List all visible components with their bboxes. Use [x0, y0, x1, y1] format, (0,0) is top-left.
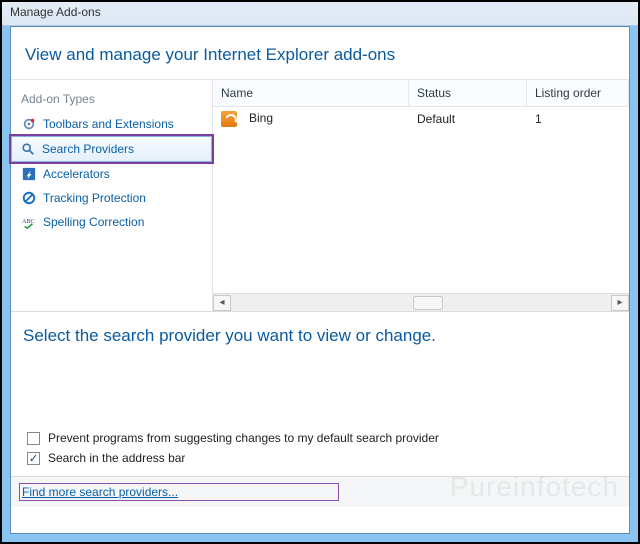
sidebar-item-label: Search Providers — [42, 142, 134, 156]
dialog-client: View and manage your Internet Explorer a… — [10, 26, 630, 534]
table-row[interactable]: Bing Default 1 — [213, 107, 629, 131]
column-name[interactable]: Name — [213, 80, 409, 106]
sidebar-item-label: Toolbars and Extensions — [43, 117, 174, 131]
gear-icon — [21, 116, 37, 132]
main-split: Add-on Types Toolbars and Extensions Sea… — [11, 79, 629, 311]
list-pane: Name Status Listing order Bing Default 1… — [213, 80, 629, 311]
sidebar-item-toolbars[interactable]: Toolbars and Extensions — [13, 112, 210, 136]
scroll-track[interactable] — [231, 295, 611, 311]
sidebar-title: Add-on Types — [11, 80, 212, 112]
sidebar-item-accelerators[interactable]: Accelerators — [13, 162, 210, 186]
column-listing-order[interactable]: Listing order — [527, 80, 629, 106]
scroll-right-button[interactable]: ▸ — [611, 295, 629, 311]
checkbox-checked[interactable]: ✓ — [27, 452, 40, 465]
spellcheck-icon: ABC — [21, 214, 37, 230]
scroll-thumb[interactable] — [413, 296, 443, 310]
sidebar-item-spelling[interactable]: ABC Spelling Correction — [13, 210, 210, 234]
sidebar-item-label: Spelling Correction — [43, 215, 144, 229]
sidebar-item-search-providers[interactable]: Search Providers — [11, 136, 212, 162]
page-header: View and manage your Internet Explorer a… — [11, 27, 629, 79]
accelerator-icon — [21, 166, 37, 182]
cell-order: 1 — [527, 112, 629, 126]
search-icon — [20, 141, 36, 157]
option-prevent-changes[interactable]: Prevent programs from suggesting changes… — [27, 428, 617, 448]
option-label: Prevent programs from suggesting changes… — [48, 431, 439, 445]
horizontal-scrollbar[interactable]: ◂ ▸ — [213, 293, 629, 311]
column-status[interactable]: Status — [409, 80, 527, 106]
options-group: Prevent programs from suggesting changes… — [11, 356, 629, 476]
rows-container: Bing Default 1 — [213, 107, 629, 293]
find-more-providers-link[interactable]: Find more search providers... — [19, 483, 339, 501]
sidebar-item-tracking-protection[interactable]: Tracking Protection — [13, 186, 210, 210]
sidebar-item-label: Tracking Protection — [43, 191, 146, 205]
instruction-text: Select the search provider you want to v… — [11, 312, 629, 356]
lower-panel: Select the search provider you want to v… — [11, 311, 629, 507]
cell-name: Bing — [213, 111, 409, 127]
cell-status: Default — [409, 112, 527, 126]
checkbox-unchecked[interactable] — [27, 432, 40, 445]
option-search-addressbar[interactable]: ✓ Search in the address bar — [27, 448, 617, 468]
sidebar-item-label: Accelerators — [43, 167, 110, 181]
block-icon — [21, 190, 37, 206]
sidebar: Add-on Types Toolbars and Extensions Sea… — [11, 80, 213, 311]
option-label: Search in the address bar — [48, 451, 185, 465]
footer: Find more search providers... — [11, 476, 629, 507]
bing-icon — [221, 111, 237, 127]
scroll-left-button[interactable]: ◂ — [213, 295, 231, 311]
column-headers: Name Status Listing order — [213, 80, 629, 107]
window-titlebar: Manage Add-ons — [2, 2, 638, 26]
window-title: Manage Add-ons — [10, 5, 101, 19]
